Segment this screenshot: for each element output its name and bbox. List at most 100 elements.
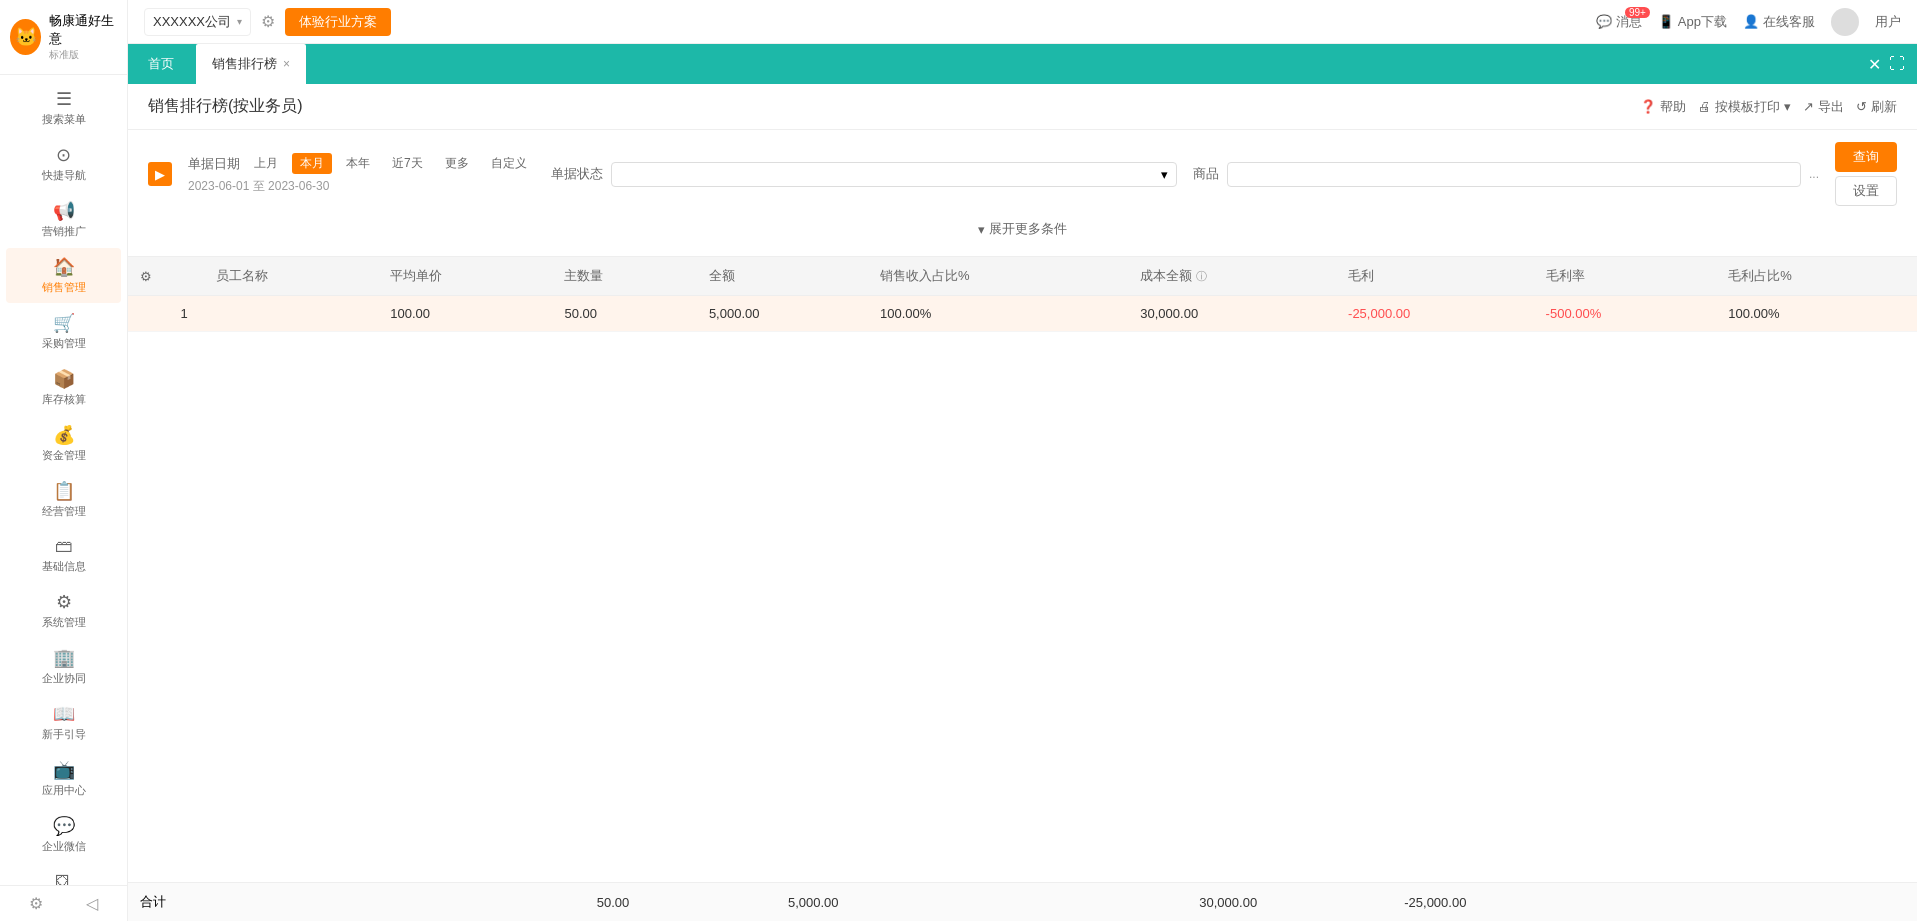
th-gross: 毛利: [1336, 257, 1534, 296]
sidebar-collapse-btn[interactable]: ◁: [86, 894, 98, 913]
header-settings-icon[interactable]: ⚙: [261, 12, 275, 31]
sidebar-label-purchase: 采购管理: [42, 336, 86, 351]
help-button[interactable]: ❓ 帮助: [1640, 98, 1686, 116]
tab-bar: 首页 销售排行榜 × ✕ ⛶: [128, 44, 1917, 84]
tab-expand-btn[interactable]: ⛶: [1889, 55, 1905, 73]
sidebar-label-search: 搜索菜单: [42, 112, 86, 127]
help-icon: ❓: [1640, 99, 1656, 114]
message-button[interactable]: 💬 消息 99+: [1596, 13, 1642, 31]
settings-button[interactable]: 设置: [1835, 176, 1897, 206]
header-right: 💬 消息 99+ 📱 App下载 👤 在线客服 用户: [1596, 8, 1901, 36]
sidebar-item-system[interactable]: ⚙ 系统管理: [6, 583, 121, 638]
cost-info-icon[interactable]: ⓘ: [1196, 270, 1207, 282]
status-select[interactable]: ▾: [611, 162, 1177, 187]
sidebar-item-purchase[interactable]: 🛒 采购管理: [6, 304, 121, 359]
date-option-7days[interactable]: 近7天: [384, 153, 431, 174]
expand-label: 展开更多条件: [989, 220, 1067, 238]
tab-close-icon[interactable]: ×: [283, 57, 290, 71]
date-filter-row: 单据日期 上月 本月 本年 近7天 更多 自定义: [188, 153, 535, 174]
sidebar-settings-btn[interactable]: ⚙: [29, 894, 43, 913]
row-name: [204, 296, 378, 332]
footer-gross: -25,000.00: [1277, 895, 1486, 910]
sidebar-label-shortcut: 快捷导航: [42, 168, 86, 183]
table-header-row: ⚙ 员工名称 平均单价 主数量 全额: [128, 257, 1917, 296]
th-cost: 成本全额 ⓘ: [1128, 257, 1336, 296]
experience-button[interactable]: 体验行业方案: [285, 8, 391, 36]
th-avg-price: 平均单价: [378, 257, 552, 296]
tab-home[interactable]: 首页: [128, 44, 194, 84]
sidebar-item-finance[interactable]: 💰 资金管理: [6, 416, 121, 471]
date-option-custom[interactable]: 自定义: [483, 153, 535, 174]
sidebar-item-member[interactable]: ⛋ 畅会员: [6, 863, 121, 885]
expand-down-icon: ▾: [978, 222, 985, 237]
message-badge: 99+: [1625, 7, 1650, 18]
online-service-label: 在线客服: [1763, 13, 1815, 31]
row-sales-pct: 100.00%: [868, 296, 1128, 332]
app-download-button[interactable]: 📱 App下载: [1658, 13, 1727, 31]
th-sales-pct: 销售收入占比%: [868, 257, 1128, 296]
sidebar-item-basic[interactable]: 🗃 基础信息: [6, 528, 121, 582]
goods-more-btn[interactable]: ...: [1809, 167, 1819, 181]
guide-icon: 📖: [53, 703, 75, 725]
print-label: 按模板打印: [1715, 98, 1780, 116]
sidebar-item-wechat[interactable]: 💬 企业微信: [6, 807, 121, 862]
export-label: 导出: [1818, 98, 1844, 116]
marketing-icon: 📢: [53, 200, 75, 222]
sidebar-item-apps[interactable]: 📺 应用中心: [6, 751, 121, 806]
date-option-more[interactable]: 更多: [437, 153, 477, 174]
footer-cost: 30,000.00: [1068, 895, 1277, 910]
th-settings: ⚙: [128, 257, 164, 296]
sidebar-label-inventory: 库存核算: [42, 392, 86, 407]
goods-input[interactable]: [1227, 162, 1801, 187]
date-option-last-month[interactable]: 上月: [246, 153, 286, 174]
export-button[interactable]: ↗ 导出: [1803, 98, 1844, 116]
sidebar-item-guide[interactable]: 📖 新手引导: [6, 695, 121, 750]
sidebar-label-enterprise: 企业协同: [42, 671, 86, 686]
home-tab-label: 首页: [148, 55, 174, 73]
row-gross-rate: -500.00%: [1534, 296, 1717, 332]
tab-controls: ✕ ⛶: [1868, 55, 1917, 74]
sidebar-item-inventory[interactable]: 📦 库存核算: [6, 360, 121, 415]
logo-icon: 🐱: [10, 19, 41, 55]
sidebar-item-shortcut[interactable]: ⊙ 快捷导航: [6, 136, 121, 191]
logo-title: 畅康通好生意: [49, 12, 117, 48]
company-selector[interactable]: XXXXXX公司 ▾: [144, 8, 251, 36]
date-filter-label: 单据日期: [188, 155, 240, 173]
user-name[interactable]: 用户: [1875, 13, 1901, 31]
purchase-icon: 🛒: [53, 312, 75, 334]
tab-sales-ranking[interactable]: 销售排行榜 ×: [196, 44, 306, 84]
sidebar-item-search[interactable]: ☰ 搜索菜单: [6, 80, 121, 135]
sidebar-label-marketing: 营销推广: [42, 224, 86, 239]
system-icon: ⚙: [56, 591, 72, 613]
sidebar-item-enterprise[interactable]: 🏢 企业协同: [6, 639, 121, 694]
footer-total-row: 合计 50.00 5,000.00 30,000.00 -25,000.00: [140, 893, 1905, 911]
filter-toggle-btn[interactable]: ▶: [148, 162, 172, 186]
print-icon: 🖨: [1698, 99, 1711, 114]
print-dropdown-icon: ▾: [1784, 99, 1791, 114]
sidebar-item-marketing[interactable]: 📢 营销推广: [6, 192, 121, 247]
sidebar-item-operations[interactable]: 📋 经营管理: [6, 472, 121, 527]
sidebar: 🐱 畅康通好生意 标准版 ☰ 搜索菜单 ⊙ 快捷导航 📢 营销推广 🏠 销售管理…: [0, 0, 128, 921]
row-avg-price: 100.00: [378, 296, 552, 332]
company-name: XXXXXX公司: [153, 13, 231, 31]
refresh-button[interactable]: ↺ 刷新: [1856, 98, 1897, 116]
sidebar-label-guide: 新手引导: [42, 727, 86, 742]
search-menu-icon: ☰: [56, 88, 72, 110]
online-service-button[interactable]: 👤 在线客服: [1743, 13, 1815, 31]
date-option-current-month[interactable]: 本月: [292, 153, 332, 174]
date-range-text: 2023-06-01 至 2023-06-30: [188, 178, 535, 195]
th-rank: [164, 257, 204, 296]
expand-more-conditions-btn[interactable]: ▾ 展开更多条件: [972, 214, 1073, 244]
inventory-icon: 📦: [53, 368, 75, 390]
date-option-current-year[interactable]: 本年: [338, 153, 378, 174]
filter-area: ▶ 单据日期 上月 本月 本年 近7天 更多 自定义: [128, 130, 1917, 257]
sidebar-item-sales[interactable]: 🏠 销售管理: [6, 248, 121, 303]
tab-close-btn[interactable]: ✕: [1868, 55, 1881, 74]
print-button[interactable]: 🖨 按模板打印 ▾: [1698, 98, 1791, 116]
status-filter-label: 单据状态: [551, 165, 603, 183]
help-label: 帮助: [1660, 98, 1686, 116]
chevron-down-icon: ▾: [237, 16, 242, 27]
query-button[interactable]: 查询: [1835, 142, 1897, 172]
shortcut-icon: ⊙: [56, 144, 71, 166]
row-settings: [128, 296, 164, 332]
